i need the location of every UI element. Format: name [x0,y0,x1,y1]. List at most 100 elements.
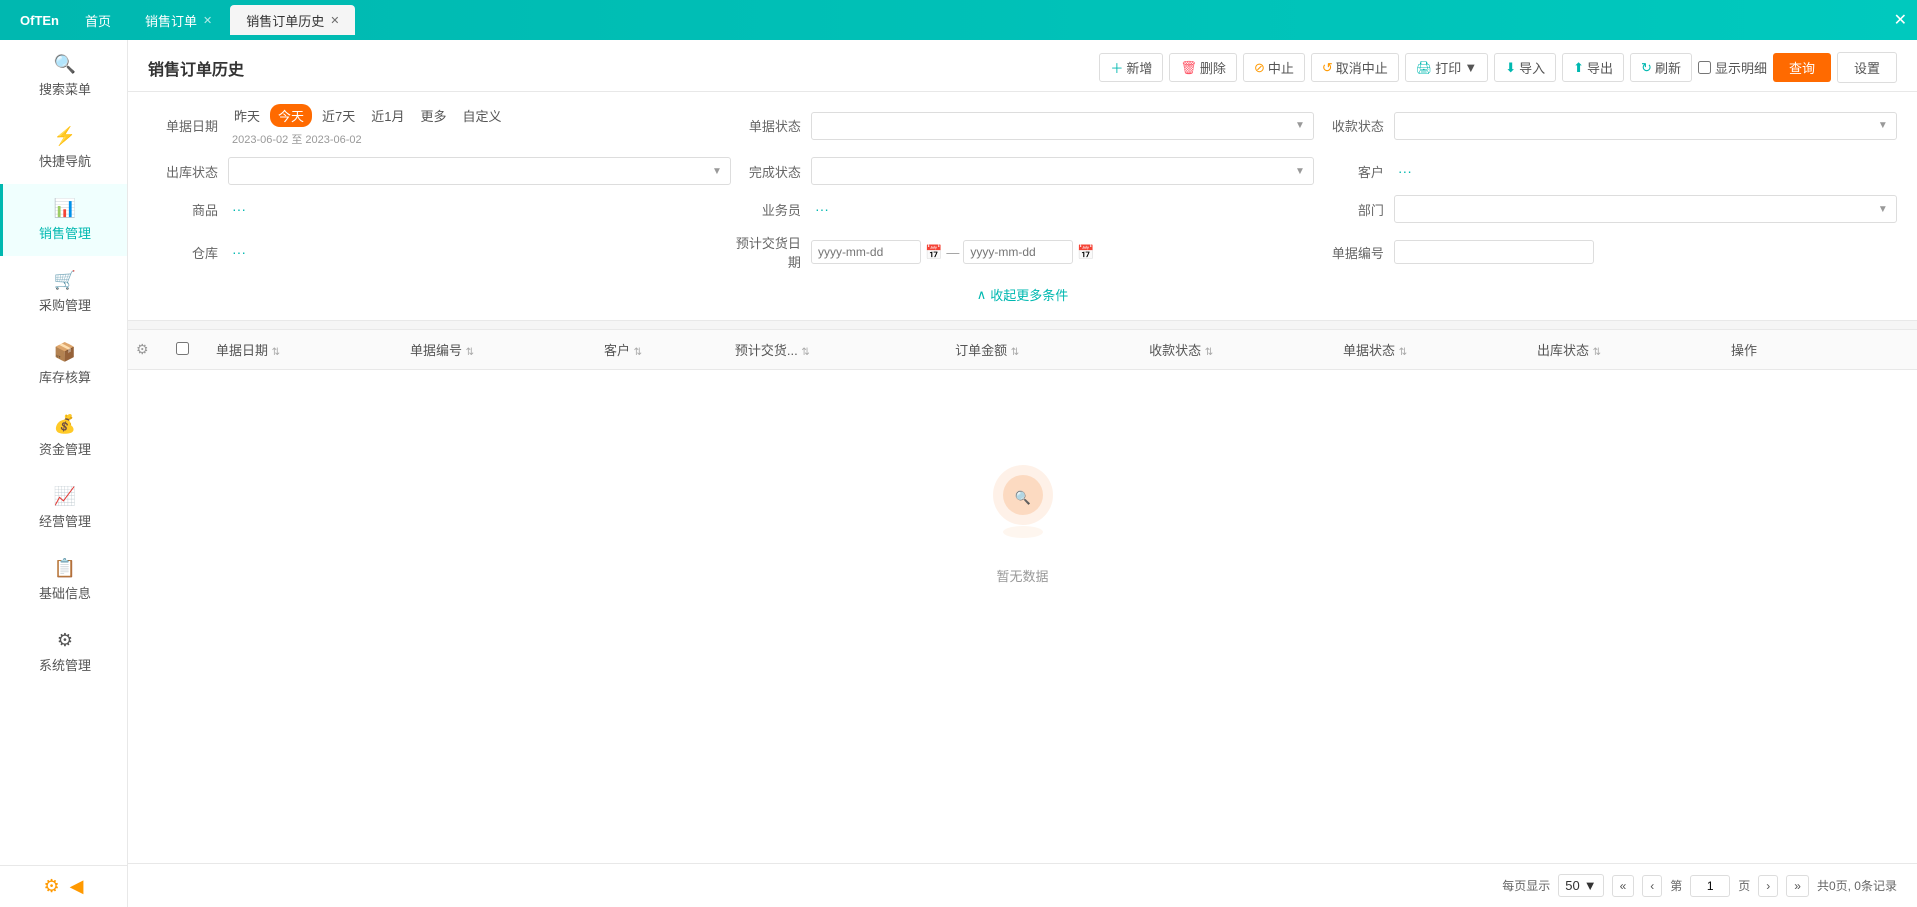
select-all-checkbox[interactable] [176,342,189,355]
sidebar-icon-operation: 📈 [54,486,76,507]
sidebar-label-sales-mgmt: 销售管理 [39,223,91,242]
doc-status-select[interactable]: ▼ [811,112,1314,140]
sidebar-item-sales-mgmt[interactable]: 📊 销售管理 [0,184,127,256]
collapse-up-icon: ∧ [977,287,987,303]
filter-section-doc-status: 单据状态 ▼ [731,112,1314,140]
sidebar-item-basic-info[interactable]: 📋 基础信息 [0,544,127,616]
sort-deliverystatus-icon[interactable]: ⇅ [1593,347,1601,358]
main-layout: 🔍 搜索菜单 ⚡ 快捷导航 📊 销售管理 🛒 采购管理 📦 库存核算 💰 资金管… [0,40,1917,907]
toolbar-btn-delete[interactable]: 🗑删除 [1169,53,1237,82]
show-detail-checkbox[interactable] [1698,61,1711,74]
delivery-status-label: 出库状态 [148,162,228,181]
toolbar-btn-export[interactable]: ⬆导出 [1562,53,1624,82]
filter-area: 单据日期 昨天 今天 近7天 近1月 更多 自定义 2023-06-02 至 2… [128,92,1917,321]
th-operation-label: 操作 [1731,343,1757,358]
page-number-input[interactable] [1690,875,1730,897]
sidebar-item-purchase-mgmt[interactable]: 🛒 采购管理 [0,256,127,328]
filter-section-delivery-status: 出库状态 ▼ [148,157,731,185]
tab-label-sales-order: 销售订单 [145,11,197,30]
department-select[interactable]: ▼ [1394,195,1897,223]
sidebar-bottom: ⚙ ◀ [0,865,127,907]
toolbar-btn-refresh[interactable]: ↻刷新 [1630,53,1692,82]
th-delivery-date-label: 预计交货... [735,343,798,358]
payment-status-select[interactable]: ▼ [1394,112,1897,140]
sort-customer-icon[interactable]: ⇅ [634,347,642,358]
tab-home[interactable]: 首页 [69,5,127,35]
delivery-date-end[interactable] [963,240,1073,264]
delivery-status-select[interactable]: ▼ [228,157,731,185]
toolbar-icon-cancel-stop: ↺ [1322,60,1333,76]
sidebar-icon-basic-info: 📋 [54,558,76,579]
query-button[interactable]: 查询 [1773,53,1831,82]
sort-date-icon[interactable]: ⇅ [272,347,280,358]
first-page-btn[interactable]: « [1612,875,1635,897]
sidebar-icon-finance: 💰 [54,414,76,435]
prev-page-btn[interactable]: ‹ [1642,875,1662,897]
filter-section-customer: 客户 ··· [1314,162,1897,181]
calendar-end-icon[interactable]: 📅 [1077,244,1094,261]
date-btn-yesterday[interactable]: 昨天 [228,104,266,127]
last-page-btn[interactable]: » [1786,875,1809,897]
table-header: ⚙ 单据日期 ⇅ 单据编号 ⇅ [128,330,1917,370]
date-btn-7days[interactable]: 近7天 [316,104,361,127]
date-btn-today[interactable]: 今天 [270,104,312,127]
filter-section-payment-status: 收款状态 ▼ [1314,112,1897,140]
sidebar-item-system[interactable]: ⚙ 系统管理 [0,616,127,688]
tab-sales-order[interactable]: 销售订单 ✕ [129,5,228,35]
next-page-btn[interactable]: › [1758,875,1778,897]
sidebar-item-operation[interactable]: 📈 经营管理 [0,472,127,544]
page-size-select[interactable]: 50 ▼ [1558,874,1603,897]
table-settings-icon[interactable]: ⚙ [136,341,149,357]
goods-ellipsis-icon[interactable]: ··· [232,201,246,217]
warehouse-ellipsis-icon[interactable]: ··· [232,244,246,260]
sort-delivery-icon[interactable]: ⇅ [801,347,809,358]
sort-payment-icon[interactable]: ⇅ [1205,347,1213,358]
th-delivery-status-label: 出库状态 [1537,343,1589,358]
filter-section-delivery-date: 预计交货日期 📅 — 📅 [731,233,1314,271]
filter-section-goods: 商品 ··· [148,200,731,219]
sort-docno-icon[interactable]: ⇅ [466,347,474,358]
complete-status-select[interactable]: ▼ [811,157,1314,185]
sidebar-item-inventory[interactable]: 📦 库存核算 [0,328,127,400]
date-separator: — [946,245,959,260]
customer-ellipsis-icon[interactable]: ··· [1398,163,1412,179]
filter-row-1: 单据日期 昨天 今天 近7天 近1月 更多 自定义 2023-06-02 至 2… [148,104,1897,147]
settings-button[interactable]: 设置 [1837,52,1897,83]
sidebar-item-finance[interactable]: 💰 资金管理 [0,400,127,472]
toolbar-btn-import[interactable]: ⬇导入 [1494,53,1556,82]
sort-amount-icon[interactable]: ⇅ [1011,347,1019,358]
doc-no-input[interactable] [1394,240,1594,264]
tab-sales-order-history[interactable]: 销售订单历史✕ [230,5,355,35]
th-payment-status: 收款状态 ⇅ [1141,330,1335,370]
toolbar-btn-print[interactable]: 🖨打印▼ [1405,53,1488,82]
date-btn-more[interactable]: 更多 [415,104,453,127]
th-delivery-date: 预计交货... ⇅ [727,330,947,370]
tab-close-sales-order[interactable]: ✕ [203,14,212,27]
calendar-start-icon[interactable]: 📅 [925,244,942,261]
delivery-date-start[interactable] [811,240,921,264]
department-label: 部门 [1314,200,1394,219]
toolbar-btn-new[interactable]: ＋新增 [1099,53,1163,82]
sidebar-item-search-menu[interactable]: 🔍 搜索菜单 [0,40,127,112]
sort-docstatus-icon[interactable]: ⇅ [1399,347,1407,358]
sidebar-collapse-btn[interactable]: ◀ [70,876,84,897]
toolbar-btn-cancel-stop[interactable]: ↺取消中止 [1311,53,1399,82]
date-btn-custom[interactable]: 自定义 [457,104,508,127]
tab-close-sales-order-history[interactable]: ✕ [330,14,339,27]
show-detail-label[interactable]: 显示明细 [1698,58,1767,77]
filter-collapse-row: ∧ 收起更多条件 [148,281,1897,308]
th-checkbox [168,330,208,370]
sidebar-settings-btn[interactable]: ⚙ [44,876,60,897]
collapse-btn[interactable]: ∧ 收起更多条件 [977,281,1069,308]
salesperson-ellipsis-icon[interactable]: ··· [815,201,829,217]
filter-row-2: 出库状态 ▼ 完成状态 ▼ 客户 ··· [148,157,1897,185]
show-detail-text: 显示明细 [1715,58,1767,77]
warehouse-label: 仓库 [148,243,228,262]
date-btn-1month[interactable]: 近1月 [365,104,410,127]
filter-section-date: 单据日期 昨天 今天 近7天 近1月 更多 自定义 2023-06-02 至 2… [148,104,731,147]
close-window-icon[interactable]: ✕ [1894,10,1907,30]
toolbar-btn-stop[interactable]: ⊘中止 [1243,53,1305,82]
sidebar-label-inventory: 库存核算 [39,367,91,386]
sidebar-item-quick-nav[interactable]: ⚡ 快捷导航 [0,112,127,184]
sidebar-label-quick-nav: 快捷导航 [39,151,91,170]
